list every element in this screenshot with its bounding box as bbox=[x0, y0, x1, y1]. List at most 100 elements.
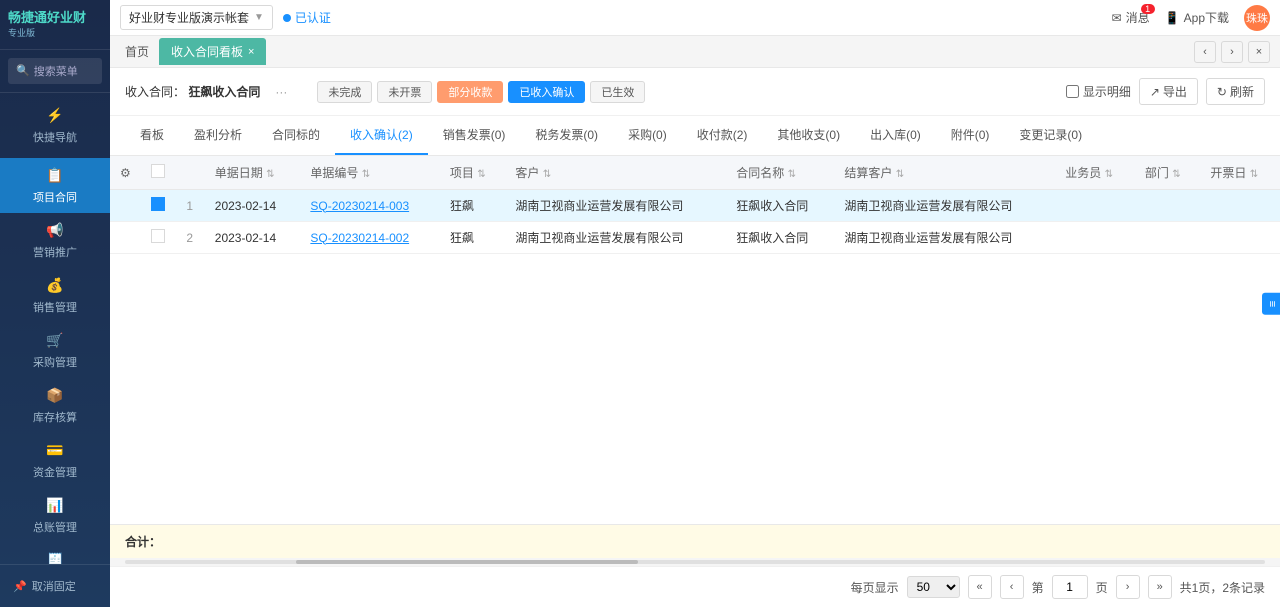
tab-purchase[interactable]: 采购(0) bbox=[613, 116, 682, 155]
row-doc-number[interactable]: SQ-20230214-003 bbox=[300, 190, 440, 222]
scrollbar-thumb[interactable] bbox=[296, 560, 638, 564]
tab-income[interactable]: 收入确认(2) bbox=[335, 116, 428, 155]
sidebar-item-general[interactable]: 📊 总账管理 bbox=[0, 488, 110, 543]
sidebar-nav-list: 📋 项目合同 📢 营销推广 💰 销售管理 🛒 采购管理 📦 库存核算 💳 资金管… bbox=[0, 158, 110, 564]
tab-label: 收入合同看板 bbox=[171, 43, 243, 60]
sidebar-item-inventory[interactable]: 📦 库存核算 bbox=[0, 378, 110, 433]
income-contract-tab[interactable]: 收入合同看板 × bbox=[159, 38, 266, 65]
table-scrollbar[interactable] bbox=[110, 558, 1280, 566]
page-size-select[interactable]: 20 50 100 bbox=[907, 576, 960, 598]
sidebar-item-purchase[interactable]: 🛒 采购管理 bbox=[0, 323, 110, 378]
number-sort-icon[interactable]: ⇅ bbox=[362, 169, 370, 180]
status-partial-payment[interactable]: 部分收款 bbox=[437, 81, 503, 103]
select-all-checkbox[interactable] bbox=[151, 164, 165, 178]
detail-checkbox-input[interactable] bbox=[1066, 85, 1079, 98]
row-doc-number[interactable]: SQ-20230214-002 bbox=[300, 222, 440, 254]
col-number: 单据编号 ⇅ bbox=[300, 156, 440, 190]
status-effective[interactable]: 已生效 bbox=[590, 81, 645, 103]
right-action-icon: ≡ bbox=[1266, 300, 1278, 306]
sidebar-item-project[interactable]: 📋 项目合同 bbox=[0, 158, 110, 213]
sidebar-item-invoice[interactable]: 🧾 发票管理 bbox=[0, 543, 110, 564]
tab-next-button[interactable]: › bbox=[1221, 41, 1243, 63]
sidebar-item-label: 采购管理 bbox=[33, 354, 77, 370]
tab-prev-button[interactable]: ‹ bbox=[1194, 41, 1216, 63]
home-tab[interactable]: 首页 bbox=[120, 43, 154, 60]
search-menu-button[interactable]: 🔍 搜索菜单 bbox=[8, 58, 102, 84]
tab-close-icon[interactable]: × bbox=[248, 46, 254, 58]
contract-sort-icon[interactable]: ⇅ bbox=[788, 169, 796, 180]
refresh-icon: ↻ bbox=[1217, 85, 1227, 99]
general-icon: 📊 bbox=[45, 496, 65, 516]
certified-dot bbox=[283, 14, 291, 22]
tab-close-button[interactable]: × bbox=[1248, 41, 1270, 63]
tab-standards[interactable]: 合同标的 bbox=[257, 116, 335, 155]
export-button[interactable]: ↗ 导出 bbox=[1139, 78, 1198, 105]
col-salesperson: 业务员 ⇅ bbox=[1055, 156, 1135, 190]
sidebar-item-quicknav[interactable]: ⚡ 快捷导航 bbox=[0, 98, 110, 153]
message-button[interactable]: ✉ 消息 1 bbox=[1112, 9, 1150, 26]
last-page-button[interactable]: » bbox=[1148, 575, 1172, 599]
sidebar-item-label: 库存核算 bbox=[33, 409, 77, 425]
tab-profit[interactable]: 盈利分析 bbox=[179, 116, 257, 155]
username-text: 珠珠 bbox=[1246, 10, 1268, 26]
row-checkbox-cell bbox=[141, 190, 175, 222]
row-customer: 湖南卫视商业运营发展有限公司 bbox=[505, 222, 726, 254]
project-sort-icon[interactable]: ⇅ bbox=[477, 169, 485, 180]
customer-sort-icon[interactable]: ⇅ bbox=[543, 169, 551, 180]
right-floating-action[interactable]: ≡ bbox=[1262, 292, 1280, 314]
tab-other-income[interactable]: 其他收支(0) bbox=[762, 116, 855, 155]
sidebar-item-marketing[interactable]: 📢 营销推广 bbox=[0, 213, 110, 268]
next-page-button[interactable]: › bbox=[1116, 575, 1140, 599]
app-version: 专业版 bbox=[8, 26, 86, 39]
main-area: 好业财专业版演示帐套 ▼ 已认证 ✉ 消息 1 📱 App下载 珠珠 首页 收入 bbox=[110, 0, 1280, 607]
more-options-button[interactable]: ··· bbox=[275, 85, 287, 99]
page-label: 第 bbox=[1032, 579, 1044, 596]
user-avatar[interactable]: 珠珠 bbox=[1244, 5, 1270, 31]
table-row: 1 2023-02-14 SQ-20230214-003 狂飙 湖南卫视商业运营… bbox=[110, 190, 1280, 222]
refresh-button[interactable]: ↻ 刷新 bbox=[1206, 78, 1265, 105]
result-customer-sort-icon[interactable]: ⇅ bbox=[896, 169, 904, 180]
status-incomplete[interactable]: 未完成 bbox=[317, 81, 372, 103]
invoice-icon: 🧾 bbox=[45, 551, 65, 564]
unpin-button[interactable]: 📌 取消固定 bbox=[8, 573, 102, 599]
row-open-date bbox=[1200, 222, 1280, 254]
tab-tax-invoice[interactable]: 税务发票(0) bbox=[520, 116, 613, 155]
open-date-sort-icon[interactable]: ⇅ bbox=[1250, 169, 1258, 180]
row-number: 1 bbox=[175, 190, 205, 222]
tab-payment[interactable]: 收付款(2) bbox=[682, 116, 763, 155]
tab-attachment[interactable]: 附件(0) bbox=[936, 116, 1005, 155]
sidebar-item-sales[interactable]: 💰 销售管理 bbox=[0, 268, 110, 323]
date-sort-icon[interactable]: ⇅ bbox=[266, 169, 274, 180]
status-income-confirmed[interactable]: 已收入确认 bbox=[508, 81, 585, 103]
marketing-icon: 📢 bbox=[45, 221, 65, 241]
department-sort-icon[interactable]: ⇅ bbox=[1172, 169, 1180, 180]
quicknav-label: 快捷导航 bbox=[33, 129, 77, 145]
row-checkbox[interactable] bbox=[151, 197, 165, 211]
salesperson-sort-icon[interactable]: ⇅ bbox=[1105, 169, 1113, 180]
content-actions: 显示明细 ↗ 导出 ↻ 刷新 bbox=[1066, 78, 1265, 105]
first-page-button[interactable]: « bbox=[968, 575, 992, 599]
row-settings bbox=[110, 222, 141, 254]
company-selector[interactable]: 好业财专业版演示帐套 ▼ bbox=[120, 5, 273, 30]
page-number-input[interactable] bbox=[1052, 575, 1088, 599]
app-download-button[interactable]: 📱 App下载 bbox=[1165, 9, 1229, 26]
tab-sales-invoice[interactable]: 销售发票(0) bbox=[428, 116, 521, 155]
settings-icon[interactable]: ⚙ bbox=[120, 166, 131, 180]
show-detail-checkbox[interactable]: 显示明细 bbox=[1066, 83, 1131, 100]
prev-page-button[interactable]: ‹ bbox=[1000, 575, 1024, 599]
tab-change-log[interactable]: 变更记录(0) bbox=[1004, 116, 1097, 155]
export-label: 导出 bbox=[1163, 83, 1187, 100]
fund-icon: 💳 bbox=[45, 441, 65, 461]
row-project: 狂飙 bbox=[440, 222, 505, 254]
tab-kanban[interactable]: 看板 bbox=[125, 116, 179, 155]
content-area: 收入合同： 狂飙收入合同 ··· 未完成 未开票 部分收款 已收入确认 已生效 … bbox=[110, 68, 1280, 607]
export-icon: ↗ bbox=[1150, 85, 1160, 99]
sidebar-item-fund[interactable]: 💳 资金管理 bbox=[0, 433, 110, 488]
per-page-label: 每页显示 bbox=[851, 579, 899, 596]
row-checkbox[interactable] bbox=[151, 229, 165, 243]
tab-warehouse[interactable]: 出入库(0) bbox=[855, 116, 936, 155]
status-uninvoiced[interactable]: 未开票 bbox=[377, 81, 432, 103]
app-logo: 畅捷通好业财 专业版 bbox=[0, 0, 110, 50]
tab-nav-buttons: ‹ › × bbox=[1194, 41, 1270, 63]
inventory-icon: 📦 bbox=[45, 386, 65, 406]
